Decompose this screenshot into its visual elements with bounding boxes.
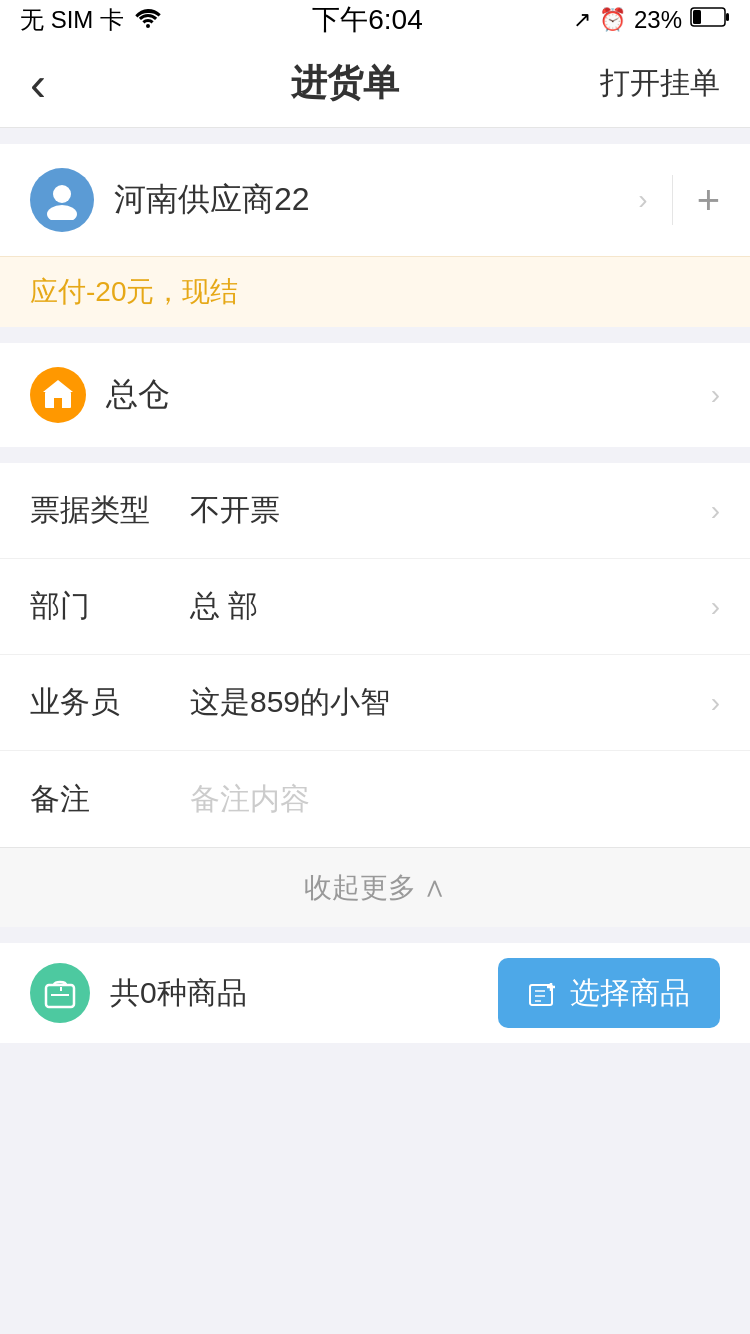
status-bar: 无 SIM 卡 下午6:04 ↗ ⏰ 23% bbox=[0, 0, 750, 40]
location-icon: ↗ bbox=[573, 7, 591, 33]
select-product-icon bbox=[528, 975, 560, 1012]
form-section: 票据类型 不开票 › 部门 总 部 › 业务员 这是859的小智 › 备注 备注… bbox=[0, 463, 750, 847]
invoice-type-row[interactable]: 票据类型 不开票 › bbox=[0, 463, 750, 559]
select-product-label: 选择商品 bbox=[570, 973, 690, 1014]
svg-marker-6 bbox=[43, 380, 73, 392]
remark-value[interactable]: 备注内容 bbox=[170, 779, 720, 820]
status-time: 下午6:04 bbox=[312, 1, 423, 39]
department-value: 总 部 bbox=[170, 586, 711, 627]
invoice-type-chevron: › bbox=[711, 495, 720, 527]
alarm-icon: ⏰ bbox=[599, 7, 626, 33]
page-title: 进货单 bbox=[291, 59, 399, 108]
battery-label: 23% bbox=[634, 6, 682, 34]
nav-bar: ‹ 进货单 打开挂单 bbox=[0, 40, 750, 128]
shopping-bag-icon bbox=[42, 975, 78, 1011]
salesperson-chevron: › bbox=[711, 687, 720, 719]
supplier-divider bbox=[672, 175, 673, 225]
supplier-chevron-icon: › bbox=[638, 184, 647, 216]
warehouse-row[interactable]: 总仓 › bbox=[0, 343, 750, 447]
open-pending-button[interactable]: 打开挂单 bbox=[600, 63, 720, 104]
salesperson-label: 业务员 bbox=[30, 682, 170, 723]
salesperson-value: 这是859的小智 bbox=[170, 682, 711, 723]
select-product-button[interactable]: 选择商品 bbox=[498, 958, 720, 1028]
supplier-name: 河南供应商22 bbox=[114, 178, 638, 222]
status-right: ↗ ⏰ 23% bbox=[573, 6, 730, 34]
background-fill bbox=[0, 1043, 750, 1334]
department-chevron: › bbox=[711, 591, 720, 623]
wifi-icon bbox=[134, 6, 162, 34]
department-label: 部门 bbox=[30, 586, 170, 627]
product-bar: 共0种商品 选择商品 bbox=[0, 943, 750, 1043]
collapse-label: 收起更多 ∧ bbox=[304, 869, 447, 907]
department-row[interactable]: 部门 总 部 › bbox=[0, 559, 750, 655]
person-icon bbox=[42, 180, 82, 220]
section-divider-2 bbox=[0, 327, 750, 343]
svg-rect-1 bbox=[726, 13, 729, 21]
warehouse-icon bbox=[30, 367, 86, 423]
warehouse-section: 总仓 › bbox=[0, 343, 750, 447]
notice-text: 应付-20元，现结 bbox=[30, 276, 238, 307]
remark-row[interactable]: 备注 备注内容 bbox=[0, 751, 750, 847]
notice-bar: 应付-20元，现结 bbox=[0, 256, 750, 327]
salesperson-row[interactable]: 业务员 这是859的小智 › bbox=[0, 655, 750, 751]
product-count: 共0种商品 bbox=[110, 973, 498, 1014]
svg-point-3 bbox=[53, 185, 71, 203]
svg-point-4 bbox=[47, 205, 77, 220]
collapse-bar[interactable]: 收起更多 ∧ bbox=[0, 847, 750, 927]
supplier-row[interactable]: 河南供应商22 › + bbox=[0, 144, 750, 256]
section-divider-1 bbox=[0, 128, 750, 144]
remark-label: 备注 bbox=[30, 779, 170, 820]
status-left: 无 SIM 卡 bbox=[20, 4, 162, 36]
warehouse-chevron-icon: › bbox=[711, 379, 720, 411]
section-divider-3 bbox=[0, 447, 750, 463]
battery-icon bbox=[690, 6, 730, 34]
product-icon bbox=[30, 963, 90, 1023]
svg-rect-7 bbox=[54, 398, 62, 408]
supplier-section: 河南供应商22 › + 应付-20元，现结 bbox=[0, 144, 750, 327]
warehouse-building-icon bbox=[41, 378, 75, 412]
supplier-avatar bbox=[30, 168, 94, 232]
back-button[interactable]: ‹ bbox=[30, 56, 90, 111]
add-supplier-button[interactable]: + bbox=[697, 178, 720, 223]
svg-rect-2 bbox=[693, 10, 701, 24]
carrier-label: 无 SIM 卡 bbox=[20, 4, 124, 36]
warehouse-name: 总仓 bbox=[106, 373, 711, 417]
invoice-type-label: 票据类型 bbox=[30, 490, 170, 531]
invoice-type-value: 不开票 bbox=[170, 490, 711, 531]
